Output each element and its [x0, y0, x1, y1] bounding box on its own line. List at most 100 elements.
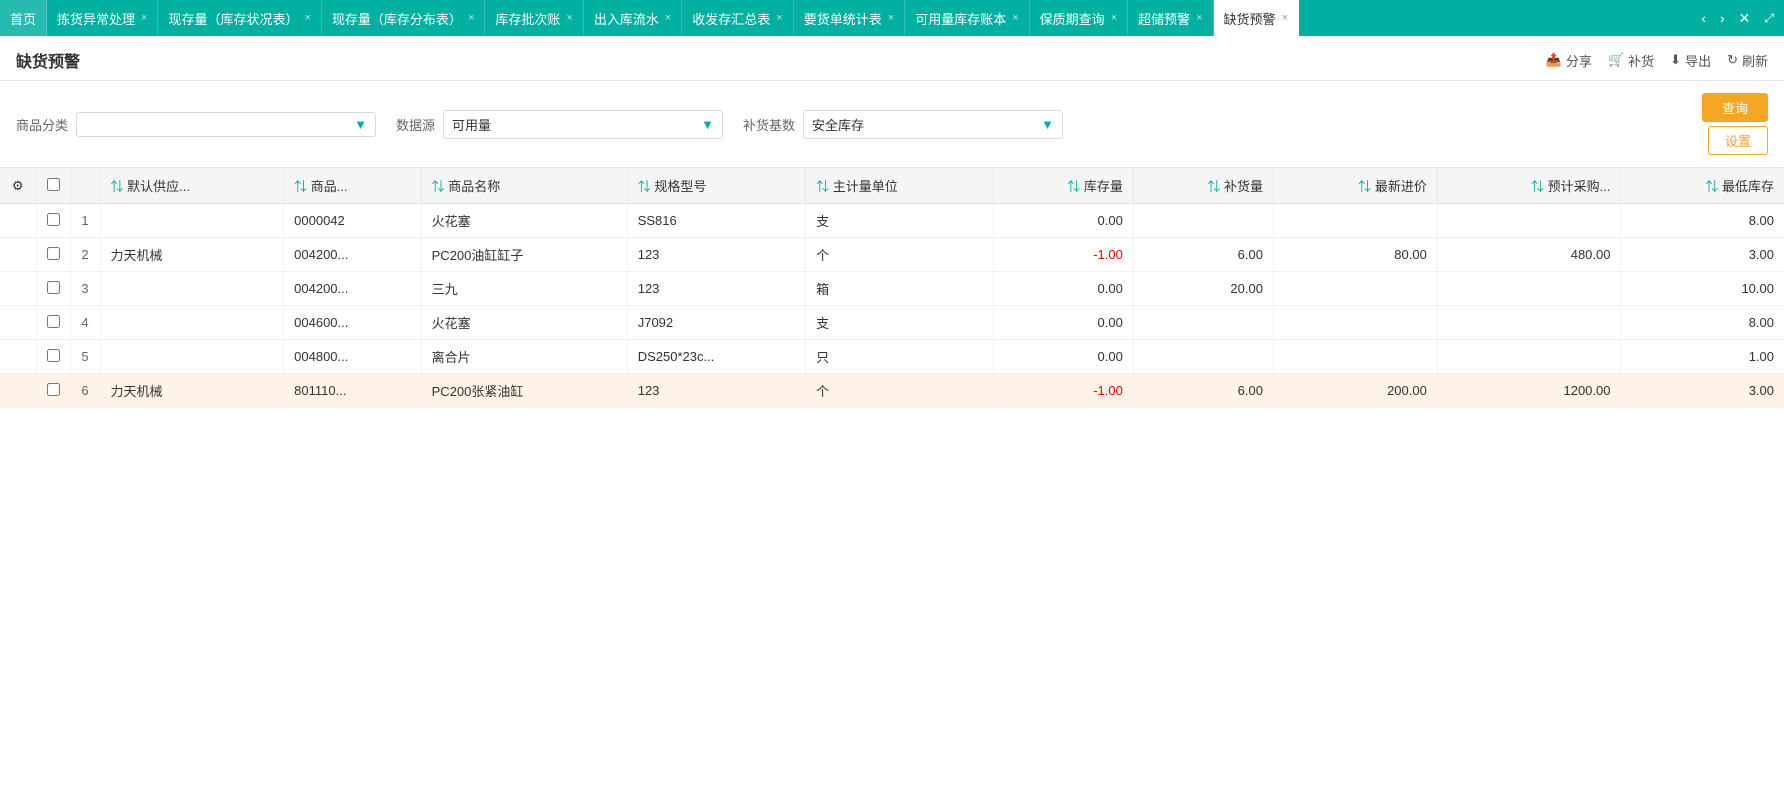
nav-prev-button[interactable]: ‹ — [1695, 6, 1712, 30]
table-row: 5004800...离合片DS250*23c...只0.001.00 — [0, 340, 1784, 374]
row-checkbox-cell — [36, 374, 70, 408]
row-checkbox[interactable] — [47, 315, 60, 328]
nav-tab-expiry[interactable]: 保质期查询 × — [1030, 0, 1128, 36]
latest-price-column-header[interactable]: ⇅ 最新进价 — [1273, 168, 1437, 204]
page-title: 缺货预警 — [16, 48, 80, 72]
table-body: 10000042火花塞SS816支0.008.002力天机械004200...P… — [0, 204, 1784, 408]
category-select[interactable]: ▼ — [76, 112, 376, 137]
nav-tab-inventory-status[interactable]: 现存量（库存状况表） × — [158, 0, 321, 36]
replenish-qty-column-header[interactable]: ⇅ 补货量 — [1133, 168, 1273, 204]
nav-tab-close-icon[interactable]: × — [1012, 12, 1018, 24]
row-unit: 只 — [806, 340, 994, 374]
stock-qty-column-header[interactable]: ⇅ 库存量 — [993, 168, 1133, 204]
nav-next-button[interactable]: › — [1714, 6, 1731, 30]
sort-icon: ⇅ — [111, 179, 124, 194]
refresh-action[interactable]: ↻ 刷新 — [1727, 51, 1768, 70]
row-replenish-qty: 20.00 — [1133, 272, 1273, 306]
row-replenish-qty — [1133, 306, 1273, 340]
row-checkbox[interactable] — [47, 247, 60, 260]
nav-tab-close-icon[interactable]: × — [304, 12, 310, 24]
row-replenish-qty: 6.00 — [1133, 238, 1273, 272]
row-checkbox[interactable] — [47, 383, 60, 396]
goods-name-column-header[interactable]: ⇅ 商品名称 — [421, 168, 627, 204]
nav-tab-label: 保质期查询 — [1040, 9, 1105, 28]
select-all-checkbox[interactable] — [47, 178, 60, 191]
refresh-icon: ↻ — [1727, 52, 1738, 68]
nav-tab-close-icon[interactable]: × — [468, 12, 474, 24]
nav-tab-close-icon[interactable]: × — [141, 12, 147, 24]
nav-tab-close-icon[interactable]: × — [1196, 12, 1202, 24]
estimated-purchase-column-header[interactable]: ⇅ 预计采购... — [1437, 168, 1621, 204]
row-checkbox[interactable] — [47, 281, 60, 294]
row-replenish-qty — [1133, 340, 1273, 374]
share-action[interactable]: 📤 分享 — [1546, 51, 1592, 70]
nav-tab-label: 现存量（库存状况表） — [168, 9, 298, 28]
row-spec: SS816 — [627, 204, 805, 238]
filter-bar: 商品分类 ▼ 数据源 可用量 ▼ 补货基数 安全库存 ▼ 查询 设置 — [0, 81, 1784, 168]
nav-tab-close-icon[interactable]: × — [888, 12, 894, 24]
row-stock-qty: 0.00 — [993, 340, 1133, 374]
checkbox-column-header[interactable] — [36, 168, 70, 204]
row-unit: 个 — [806, 238, 994, 272]
table-row: 3004200...三九123箱0.0020.0010.00 — [0, 272, 1784, 306]
nav-tab-close-icon[interactable]: × — [1111, 12, 1117, 24]
datasource-select[interactable]: 可用量 ▼ — [443, 110, 723, 139]
settings-button[interactable]: 设置 — [1708, 126, 1768, 155]
replenish-base-select[interactable]: 安全库存 ▼ — [803, 110, 1063, 139]
sort-icon: ⇅ — [294, 179, 307, 194]
row-latest-price: 80.00 — [1273, 238, 1437, 272]
row-checkbox[interactable] — [47, 349, 60, 362]
replenish-base-value: 安全库存 — [812, 115, 864, 134]
goods-code-column-header[interactable]: ⇅ 商品... — [284, 168, 421, 204]
nav-tab-shortage[interactable]: 缺货预警× — [1214, 0, 1299, 36]
nav-tab-abnormal[interactable]: 拣货异常处理 × — [47, 0, 158, 36]
row-spec: 123 — [627, 238, 805, 272]
unit-column-header[interactable]: ⇅ 主计量单位 — [806, 168, 994, 204]
nav-tab-close-icon[interactable]: × — [776, 12, 782, 24]
row-replenish-qty — [1133, 204, 1273, 238]
row-goods-name: 三九 — [421, 272, 627, 306]
min-stock-column-header[interactable]: ⇅ 最低库存 — [1621, 168, 1784, 204]
row-unit: 支 — [806, 306, 994, 340]
spec-column-header[interactable]: ⇅ 规格型号 — [627, 168, 805, 204]
datasource-value: 可用量 — [452, 115, 491, 134]
row-stock-qty: 0.00 — [993, 306, 1133, 340]
nav-tab-batch[interactable]: 库存批次账× — [485, 0, 583, 36]
nav-tab-collect-send[interactable]: 收发存汇总表 × — [682, 0, 793, 36]
row-number: 5 — [70, 340, 100, 374]
nav-tab-inventory-dist[interactable]: 现存量（库存分布表） × — [322, 0, 485, 36]
nav-expand-button[interactable]: ⤢ — [1758, 7, 1780, 30]
row-min-stock: 10.00 — [1621, 272, 1784, 306]
nav-tab-close-icon[interactable]: × — [1282, 12, 1288, 24]
sort-icon: ⇅ — [638, 179, 651, 194]
nav-tab-close-icon[interactable]: × — [566, 12, 572, 24]
gear-column-header[interactable]: ⚙ — [0, 168, 36, 204]
nav-close-button[interactable]: ✕ — [1733, 6, 1757, 31]
nav-tab-label: 拣货异常处理 — [57, 9, 135, 28]
row-min-stock: 3.00 — [1621, 374, 1784, 408]
row-latest-price — [1273, 204, 1437, 238]
row-estimated-purchase — [1437, 306, 1621, 340]
nav-tab-label: 现存量（库存分布表） — [332, 9, 462, 28]
nav-tab-demand-stats[interactable]: 要货单统计表× — [794, 0, 905, 36]
row-checkbox-cell — [36, 272, 70, 306]
category-chevron-icon: ▼ — [354, 117, 367, 132]
default-supplier-column-header[interactable]: ⇅ 默认供应... — [100, 168, 284, 204]
nav-tab-close-icon[interactable]: × — [665, 12, 671, 24]
share-label: 分享 — [1566, 51, 1592, 70]
nav-tab-available-ledger[interactable]: 可用量库存账本 × — [905, 0, 1029, 36]
nav-tab-label: 收发存汇总表 — [692, 9, 770, 28]
nav-tab-inout-flow[interactable]: 出入库流水× — [584, 0, 682, 36]
row-stock-qty: 0.00 — [993, 272, 1133, 306]
replenish-action[interactable]: 🛒 补货 — [1608, 51, 1654, 70]
nav-tab-home[interactable]: 首页 — [0, 0, 47, 36]
sort-icon: ⇅ — [816, 179, 829, 194]
row-checkbox[interactable] — [47, 213, 60, 226]
nav-tab-overstock[interactable]: 超储预警× — [1128, 0, 1213, 36]
nav-tab-label: 首页 — [10, 9, 36, 28]
nav-tab-label: 可用量库存账本 — [915, 9, 1006, 28]
row-spec: J7092 — [627, 306, 805, 340]
query-button[interactable]: 查询 — [1702, 93, 1768, 122]
row-supplier — [100, 204, 284, 238]
export-action[interactable]: ⬇ 导出 — [1670, 51, 1711, 70]
